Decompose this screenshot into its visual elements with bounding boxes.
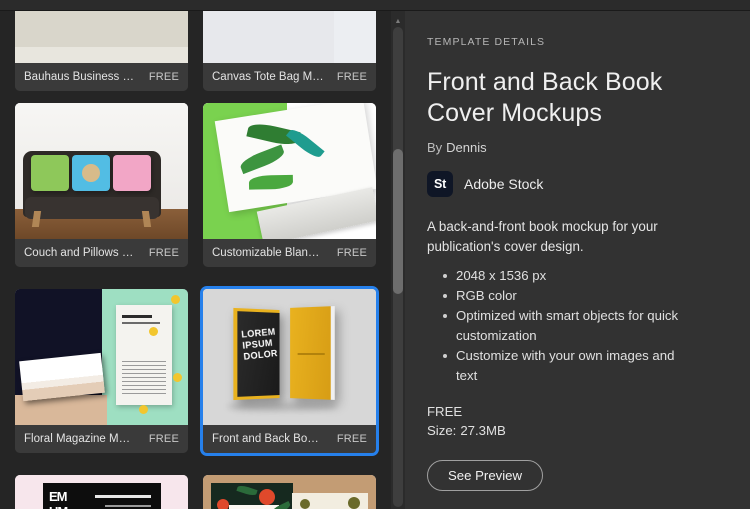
book-back-cover [290,306,335,400]
thumbnail-artwork-couch [15,103,188,239]
template-card-next-row-left[interactable]: EMUM [15,475,188,509]
template-specs-list: 2048 x 1536 px RGB color Optimized with … [443,266,728,386]
card-meta: Front and Back Book... FREE [203,425,376,453]
card-thumbnail: EMUM [15,475,188,509]
card-price-badge: FREE [336,433,367,445]
template-card-floral-magazine[interactable]: Floral Magazine Moc... FREE [15,289,188,453]
size-label: Size: [427,423,457,438]
template-card-front-and-back-book-cover[interactable]: LOREM IPSUM DOLOR Front and Back Book...… [200,286,379,456]
thumbnail-artwork-book-covers: LOREM IPSUM DOLOR [203,289,376,425]
thumbnail-artwork-black-pink-card: EMUM [15,475,188,509]
window-top-strip [0,0,750,11]
spec-item: 2048 x 1536 px [443,266,698,286]
card-price-badge: FREE [336,247,367,259]
template-details-panel: TEMPLATE DETAILS Front and Back Book Cov… [405,11,750,509]
template-description: A back-and-front book mockup for your pu… [427,219,658,254]
card-title: Canvas Tote Bag Mo... [212,71,324,83]
card-thumbnail [15,11,188,63]
application-window: Bauhaus Business Ca... FREE Canvas Tote … [0,0,750,509]
card-title: Bauhaus Business Ca... [24,71,136,83]
size-value: 27.3MB [460,423,506,438]
card-price-badge: FREE [148,247,179,259]
card-meta: Floral Magazine Moc... FREE [15,425,188,453]
card-meta: Customizable Blanke... FREE [203,239,376,267]
card-title: Front and Back Book... [212,433,324,445]
card-price-badge: FREE [148,433,179,445]
author-byline: By Dennis [427,140,728,155]
pricing-block: FREE Size: 27.3MB [427,402,728,440]
card-thumbnail [203,103,376,239]
template-card-customizable-blanket[interactable]: Customizable Blanke... FREE [203,103,376,267]
thumbnail-artwork-magazine [15,289,188,425]
card-thumbnail [203,475,376,509]
spec-item: Customize with your own images and text [443,346,698,386]
card-meta: Bauhaus Business Ca... FREE [15,63,188,91]
thumbnail-artwork-blanket [203,103,376,239]
template-card-couch-and-pillows[interactable]: Couch and Pillows M... FREE [15,103,188,267]
card-title: Couch and Pillows M... [24,247,136,259]
card-thumbnail [15,103,188,239]
thumbnail-artwork-tote-bag [203,11,376,63]
card-price-badge: FREE [148,71,179,83]
see-preview-button[interactable]: See Preview [427,460,544,491]
scrollbar-track[interactable] [393,27,403,507]
card-title: Customizable Blanke... [212,247,324,259]
price-label: FREE [427,404,463,419]
adobe-stock-icon: St [427,171,453,197]
card-thumbnail [15,289,188,425]
template-card-bauhaus-business-card[interactable]: Bauhaus Business Ca... FREE [15,11,188,91]
source-name: Adobe Stock [464,176,544,192]
template-card-canvas-tote-bag[interactable]: Canvas Tote Bag Mo... FREE [203,11,376,91]
template-title: Front and Back Book Cover Mockups [427,68,663,127]
card-price-badge: FREE [336,71,367,83]
scroll-up-arrow-icon[interactable]: ▲ [391,15,405,27]
source-row[interactable]: St Adobe Stock [427,171,728,197]
thumbnail-artwork-bauhaus [15,11,188,63]
grid-scrollbar[interactable]: ▲ [391,11,405,509]
card-thumbnail [203,11,376,63]
book-cover-text: LOREM IPSUM DOLOR [240,326,279,363]
scrollbar-thumb[interactable] [393,149,403,294]
file-size-row: Size: 27.3MB [427,421,728,440]
card-meta: Couch and Pillows M... FREE [15,239,188,267]
card-meta: Canvas Tote Bag Mo... FREE [203,63,376,91]
templates-grid-panel[interactable]: Bauhaus Business Ca... FREE Canvas Tote … [0,11,391,509]
spec-item: Optimized with smart objects for quick c… [443,306,698,346]
template-card-next-row-right[interactable] [203,475,376,509]
author-name: Dennis [446,140,487,155]
panel-eyebrow-label: TEMPLATE DETAILS [427,36,546,48]
by-label: By [427,140,443,155]
card-thumbnail: LOREM IPSUM DOLOR [203,289,376,425]
book-front-cover: LOREM IPSUM DOLOR [233,307,280,401]
thumbnail-artwork-floral-tan-card [203,475,376,509]
spec-item: RGB color [443,286,698,306]
card-title: Floral Magazine Moc... [24,433,136,445]
